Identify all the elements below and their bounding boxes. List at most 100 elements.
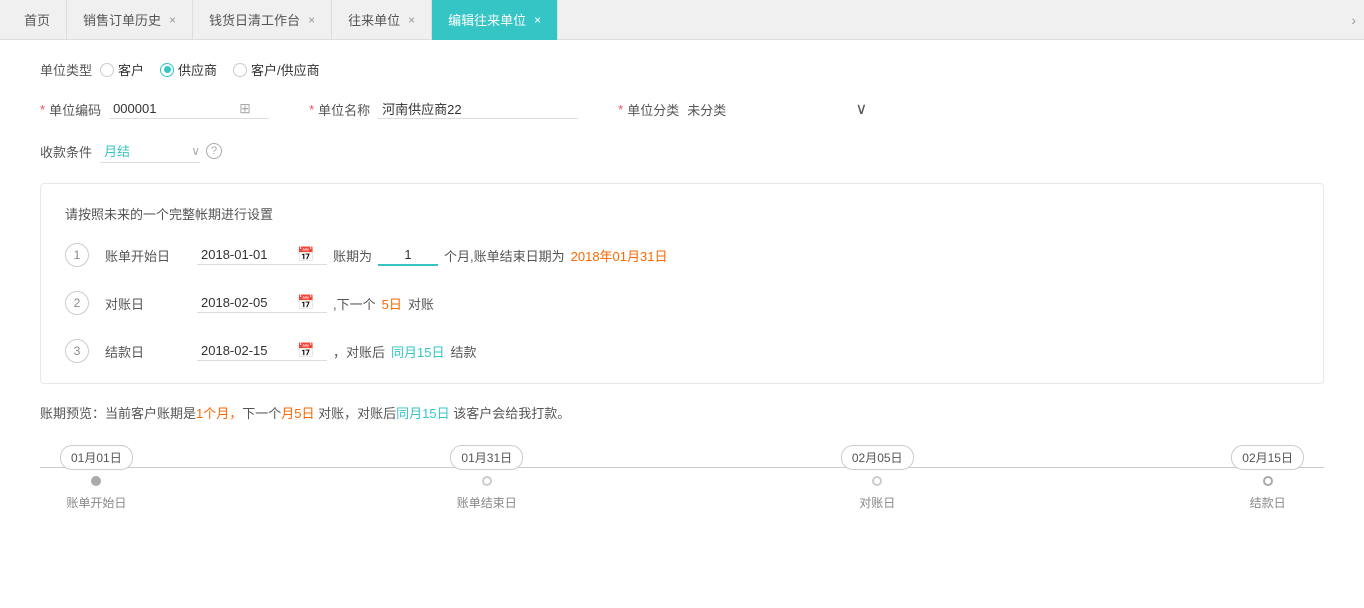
setting-label-3: 结款日 xyxy=(105,342,185,361)
unit-name-star: * xyxy=(309,102,314,117)
tabs-expand-arrow[interactable]: › xyxy=(1351,12,1356,28)
radio-group: 客户 供应商 客户/供应商 xyxy=(100,60,320,79)
period-label: 账期为 xyxy=(333,246,372,265)
payment-highlight: 同月15日 xyxy=(391,342,444,361)
preview-sep: 下一个 xyxy=(242,406,281,421)
copy-icon[interactable]: ⊞ xyxy=(239,100,251,117)
tl-dot-1 xyxy=(482,476,492,486)
tab-edit-counterparty-label: 编辑往来单位 xyxy=(448,10,526,29)
reconcile-date-input[interactable] xyxy=(197,293,297,312)
unit-classify-label: 单位分类 xyxy=(627,100,679,119)
tab-sales-history-label: 销售订单历史 xyxy=(83,10,161,29)
unit-classify-select[interactable]: 未分类 ∨ xyxy=(687,99,867,119)
radio-customer-supplier-circle xyxy=(233,63,247,77)
unit-classify-value: 未分类 xyxy=(687,100,855,119)
radio-customer-supplier[interactable]: 客户/供应商 xyxy=(233,60,320,79)
tab-counterparty-label: 往来单位 xyxy=(348,10,400,29)
radio-supplier[interactable]: 供应商 xyxy=(160,60,217,79)
tl-sub-2: 对账日 xyxy=(859,494,895,511)
tl-point-0: 01月01日 账单开始日 xyxy=(60,445,133,511)
payment-term-arrow[interactable]: ∨ xyxy=(191,144,200,158)
preview-end-highlight: 同月15日 xyxy=(396,406,449,421)
payment-suffix: 结款 xyxy=(450,342,476,361)
setting-index-1: 1 xyxy=(65,243,89,267)
tab-cash-ledger-close[interactable]: × xyxy=(308,14,315,26)
unit-name-label: 单位名称 xyxy=(318,100,370,119)
tab-counterparty[interactable]: 往来单位 × xyxy=(332,0,432,40)
preview-period: 1个月， xyxy=(196,406,242,421)
tl-sub-1: 账单结束日 xyxy=(457,494,517,511)
payment-term-help-icon[interactable]: ? xyxy=(206,143,222,159)
period-unit-label: 个月,账单结束日期为 xyxy=(444,246,565,265)
preview-date-highlight: 月5日 xyxy=(281,406,314,421)
tab-home-label: 首页 xyxy=(24,10,50,29)
payment-date-input[interactable] xyxy=(197,341,297,360)
unit-name-group: * 单位名称 xyxy=(309,99,578,119)
unit-code-star: * xyxy=(40,102,45,117)
tl-badge-3: 02月15日 xyxy=(1231,445,1304,470)
start-date-input-group: 📅 xyxy=(197,245,327,265)
unit-type-row: 单位类型 客户 供应商 客户/供应商 xyxy=(40,60,1324,79)
unit-code-input-wrapper: ⊞ xyxy=(109,99,269,119)
card-title: 请按照未来的一个完整帐期进行设置 xyxy=(65,204,1299,223)
reconcile-highlight: 5日 xyxy=(382,294,402,313)
radio-customer-supplier-label: 客户/供应商 xyxy=(251,60,320,79)
payment-date-input-group: 📅 xyxy=(197,341,327,361)
start-date-input[interactable] xyxy=(197,245,297,264)
reconcile-date-input-group: 📅 xyxy=(197,293,327,313)
tab-cash-ledger-label: 钱货日清工作台 xyxy=(209,10,300,29)
unit-name-input[interactable] xyxy=(378,99,578,119)
tab-cash-ledger[interactable]: 钱货日清工作台 × xyxy=(193,0,332,40)
preview-suffix: 该客户会给我打款。 xyxy=(450,406,571,421)
period-end-date: 2018年01月31日 xyxy=(571,246,668,265)
setting-label-1: 账单开始日 xyxy=(105,246,185,265)
payment-term-label: 收款条件 xyxy=(40,142,92,161)
unit-type-group: 单位类型 客户 供应商 客户/供应商 xyxy=(40,60,320,79)
tab-home[interactable]: 首页 xyxy=(8,0,67,40)
reconcile-prefix: ,下一个 xyxy=(333,294,376,313)
unit-classify-star: * xyxy=(618,102,623,117)
radio-supplier-circle xyxy=(160,63,174,77)
setting-label-2: 对账日 xyxy=(105,294,185,313)
reconcile-date-cal-icon[interactable]: 📅 xyxy=(297,294,314,311)
payment-term-value: 月结 xyxy=(100,139,191,162)
tab-edit-counterparty[interactable]: 编辑往来单位 × xyxy=(432,0,558,40)
timeline-points: 01月01日 账单开始日 01月31日 账单结束日 02月05日 对账日 02月… xyxy=(60,445,1304,511)
tab-sales-history-close[interactable]: × xyxy=(169,14,176,26)
preview-text: 账期预览：当前客户账期是1个月，下一个月5日 对账，对账后同月15日 该客户会给… xyxy=(40,404,1324,425)
tl-dot-0 xyxy=(91,476,101,486)
tl-badge-1: 01月31日 xyxy=(450,445,523,470)
start-date-cal-icon[interactable]: 📅 xyxy=(297,246,314,263)
setting-row-1: 1 账单开始日 📅 账期为 个月,账单结束日期为 2018年01月31日 xyxy=(65,243,1299,267)
tab-sales-history[interactable]: 销售订单历史 × xyxy=(67,0,193,40)
radio-customer[interactable]: 客户 xyxy=(100,60,144,79)
tab-counterparty-close[interactable]: × xyxy=(408,14,415,26)
tl-point-3: 02月15日 结款日 xyxy=(1231,445,1304,511)
payment-term-row: 收款条件 月结 ∨ ? xyxy=(40,139,1324,163)
unit-type-label: 单位类型 xyxy=(40,60,92,79)
setting-index-2: 2 xyxy=(65,291,89,315)
tl-sub-3: 结款日 xyxy=(1250,494,1286,511)
payment-term-select[interactable]: 月结 ∨ xyxy=(100,139,200,163)
unit-code-label: 单位编码 xyxy=(49,100,101,119)
tabs-bar: 首页 销售订单历史 × 钱货日清工作台 × 往来单位 × 编辑往来单位 × › xyxy=(0,0,1364,40)
tl-point-1: 01月31日 账单结束日 xyxy=(450,445,523,511)
radio-supplier-label: 供应商 xyxy=(178,60,217,79)
page-content: 单位类型 客户 供应商 客户/供应商 * 单位编码 xyxy=(0,40,1364,608)
payment-date-cal-icon[interactable]: 📅 xyxy=(297,342,314,359)
payment-term-group: 收款条件 月结 ∨ ? xyxy=(40,139,222,163)
tl-point-2: 02月05日 对账日 xyxy=(841,445,914,511)
tl-badge-2: 02月05日 xyxy=(841,445,914,470)
classify-dropdown-icon[interactable]: ∨ xyxy=(856,99,868,119)
payment-prefix: ，对账后 xyxy=(333,342,385,361)
radio-customer-circle xyxy=(100,63,114,77)
unit-code-group: * 单位编码 ⊞ xyxy=(40,99,269,119)
unit-code-input[interactable] xyxy=(109,99,239,118)
radio-customer-label: 客户 xyxy=(118,60,144,79)
tl-dot-2 xyxy=(872,476,882,486)
preview-prefix: 账期预览：当前客户账期是 xyxy=(40,406,196,421)
timeline-wrapper: 01月01日 账单开始日 01月31日 账单结束日 02月05日 对账日 02月… xyxy=(40,445,1324,541)
period-value-input[interactable] xyxy=(378,245,438,266)
setting-row-3: 3 结款日 📅 ，对账后 同月15日 结款 xyxy=(65,339,1299,363)
tab-edit-counterparty-close[interactable]: × xyxy=(534,14,541,26)
